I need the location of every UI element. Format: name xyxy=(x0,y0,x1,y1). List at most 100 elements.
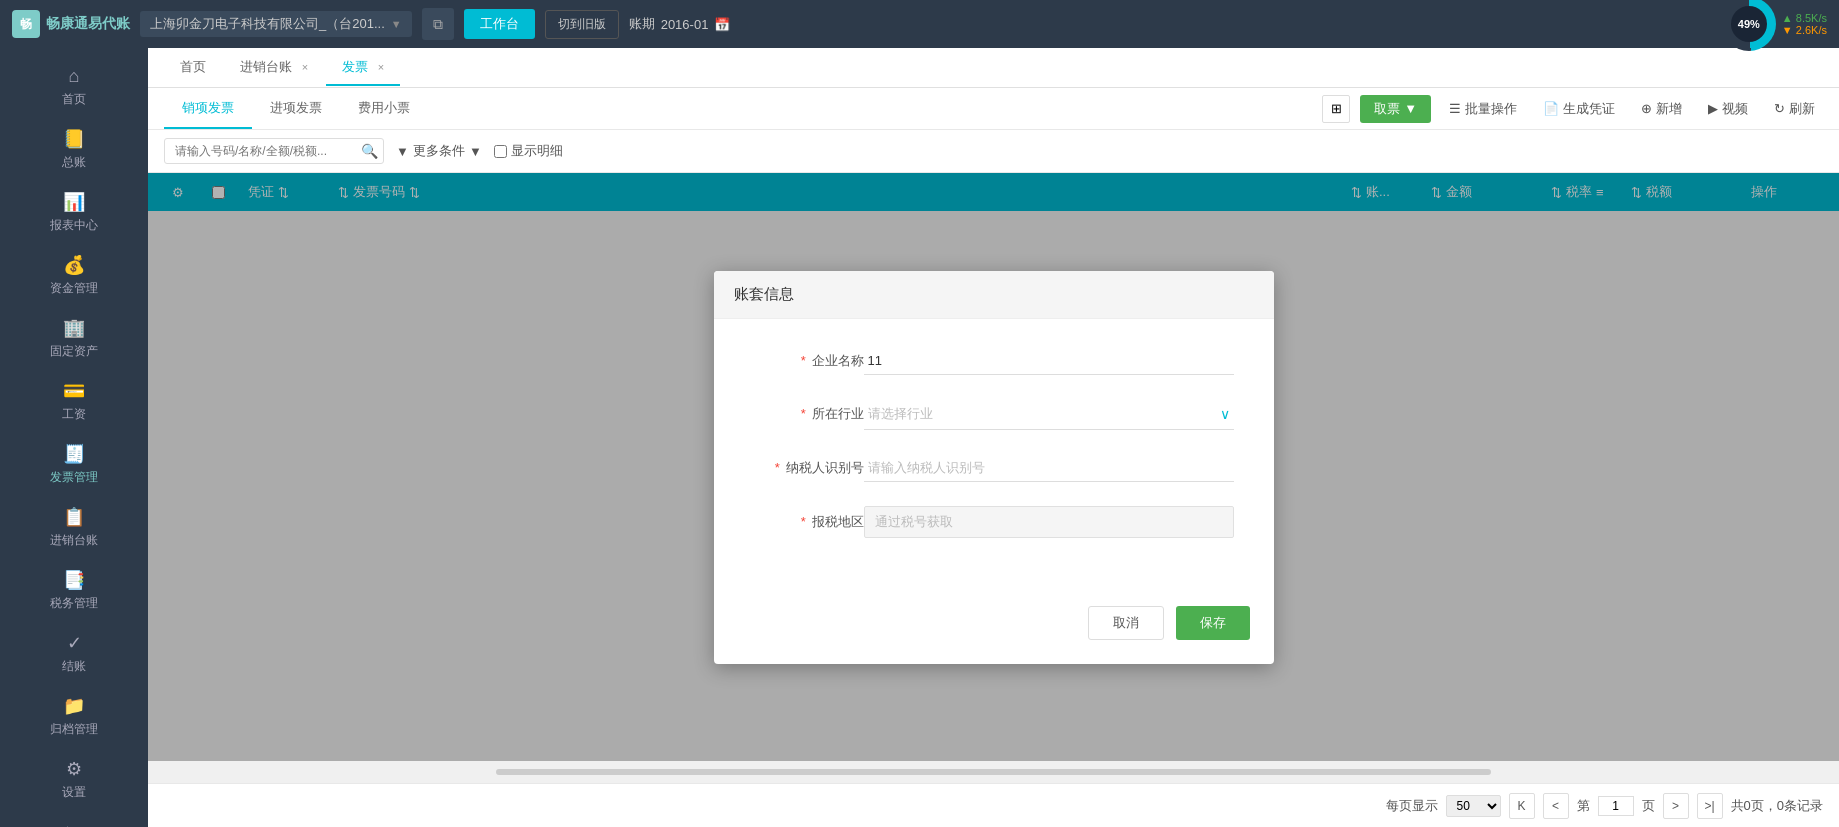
cancel-button[interactable]: 取消 xyxy=(1088,606,1164,640)
sidebar-label-invoice: 发票管理 xyxy=(50,469,98,486)
tax-region-label: * 报税地区 xyxy=(754,513,864,531)
horizontal-scrollbar[interactable] xyxy=(496,769,1491,775)
guide-icon: ▶ xyxy=(67,821,81,827)
sidebar: ⌂ 首页 📒 总账 📊 报表中心 💰 资金管理 🏢 固定资产 💳 工资 🧾 发票… xyxy=(0,48,148,827)
company-name-input[interactable] xyxy=(864,347,1234,375)
app-logo: 畅 畅康通易代账 xyxy=(12,10,130,38)
plus-icon: ⊕ xyxy=(1641,101,1652,116)
salary-icon: 💳 xyxy=(63,380,85,402)
batch-operation-button[interactable]: ☰ 批量操作 xyxy=(1441,96,1525,122)
tab-home-label: 首页 xyxy=(180,59,206,74)
settlement-icon: ✓ xyxy=(67,632,82,654)
modal-footer: 取消 保存 xyxy=(714,590,1274,664)
sidebar-item-tax[interactable]: 📑 税务管理 xyxy=(0,559,148,622)
sidebar-label-ledger: 总账 xyxy=(62,154,86,171)
industry-label: * 所在行业 xyxy=(754,405,864,423)
batch-icon: ☰ xyxy=(1449,101,1461,116)
prev-page-button[interactable]: < xyxy=(1543,793,1569,819)
sidebar-item-sales[interactable]: 📋 进销台账 xyxy=(0,496,148,559)
industry-row: * 所在行业 请选择行业 ∨ xyxy=(754,399,1234,430)
calendar-icon[interactable]: 📅 xyxy=(714,17,730,32)
company-selector[interactable]: 上海卯金刀电子科技有限公司_（台201... ▼ xyxy=(140,11,412,37)
per-page-select[interactable]: 50 100 200 xyxy=(1446,795,1501,817)
video-button[interactable]: ▶ 视频 xyxy=(1700,96,1756,122)
scrollbar-area xyxy=(148,761,1839,783)
sidebar-item-settings[interactable]: ⚙ 设置 xyxy=(0,748,148,811)
per-page-label: 每页显示 xyxy=(1386,797,1438,815)
sidebar-label-sales: 进销台账 xyxy=(50,532,98,549)
more-filter-button[interactable]: ▼ 更多条件 ▼ xyxy=(396,142,482,160)
modal-title: 账套信息 xyxy=(714,271,1274,319)
sub-tab-actions: ⊞ 取票 ▼ ☰ 批量操作 📄 生成凭证 ⊕ 新增 ▶ xyxy=(1322,95,1823,123)
account-info-modal: 账套信息 * 企业名称 xyxy=(714,271,1274,664)
tab-bar: 首页 进销台账 × 发票 × xyxy=(148,48,1839,88)
sidebar-item-guide[interactable]: ▶ 新手引导 xyxy=(0,811,148,827)
home-icon: ⌂ xyxy=(69,66,80,87)
sidebar-item-ledger[interactable]: 📒 总账 xyxy=(0,118,148,181)
required-mark-4: * xyxy=(801,514,806,529)
sidebar-item-reports[interactable]: 📊 报表中心 xyxy=(0,181,148,244)
refresh-icon: ↻ xyxy=(1774,101,1785,116)
sub-tab-bar: 销项发票 进项发票 费用小票 ⊞ 取票 ▼ ☰ 批量操作 📄 xyxy=(148,88,1839,130)
refresh-button[interactable]: ↻ 刷新 xyxy=(1766,96,1823,122)
grid-view-button[interactable]: ⊞ xyxy=(1322,95,1350,123)
required-mark: * xyxy=(801,353,806,368)
last-page-button[interactable]: >| xyxy=(1697,793,1723,819)
industry-select[interactable]: 请选择行业 ∨ xyxy=(864,399,1234,430)
tab-invoice[interactable]: 发票 × xyxy=(326,50,400,86)
workbench-button[interactable]: 工作台 xyxy=(464,9,535,39)
next-page-button[interactable]: > xyxy=(1663,793,1689,819)
modal-body: * 企业名称 * 所在行业 xyxy=(714,319,1274,590)
sidebar-item-home[interactable]: ⌂ 首页 xyxy=(0,56,148,118)
main-layout: ⌂ 首页 📒 总账 📊 报表中心 💰 资金管理 🏢 固定资产 💳 工资 🧾 发票… xyxy=(0,48,1839,827)
search-toolbar: 🔍 ▼ 更多条件 ▼ 显示明细 xyxy=(148,130,1839,173)
tax-icon: 📑 xyxy=(63,569,85,591)
show-detail-checkbox-label[interactable]: 显示明细 xyxy=(494,142,563,160)
generate-voucher-button[interactable]: 📄 生成凭证 xyxy=(1535,96,1623,122)
page-suffix: 页 xyxy=(1642,797,1655,815)
sub-tab-sales-invoice[interactable]: 销项发票 xyxy=(164,89,252,129)
sidebar-item-settlement[interactable]: ✓ 结账 xyxy=(0,622,148,685)
tab-invoice-close[interactable]: × xyxy=(378,61,384,73)
logo-icon: 畅 xyxy=(12,10,40,38)
save-button[interactable]: 保存 xyxy=(1176,606,1250,640)
show-detail-checkbox[interactable] xyxy=(494,145,507,158)
sub-tab-purchase-invoice[interactable]: 进项发票 xyxy=(252,89,340,129)
search-icon[interactable]: 🔍 xyxy=(361,143,378,159)
sidebar-item-salary[interactable]: 💳 工资 xyxy=(0,370,148,433)
new-button[interactable]: ⊕ 新增 xyxy=(1633,96,1690,122)
first-page-button[interactable]: K xyxy=(1509,793,1535,819)
sidebar-item-invoice[interactable]: 🧾 发票管理 xyxy=(0,433,148,496)
sidebar-label-settlement: 结账 xyxy=(62,658,86,675)
tax-id-input[interactable] xyxy=(864,454,1234,482)
search-input[interactable] xyxy=(164,138,384,164)
company-name-row: * 企业名称 xyxy=(754,347,1234,375)
sidebar-item-assets[interactable]: 🏢 固定资产 xyxy=(0,307,148,370)
speed-indicator: 49% xyxy=(1722,0,1776,51)
required-mark-3: * xyxy=(775,460,780,475)
chevron-down-icon: ▼ xyxy=(391,18,402,30)
old-version-button[interactable]: 切到旧版 xyxy=(545,10,619,39)
video-icon: ▶ xyxy=(1708,101,1718,116)
invoice-icon: 🧾 xyxy=(63,443,85,465)
chevron-down-icon: ▼ xyxy=(1404,101,1417,116)
sidebar-item-funds[interactable]: 💰 资金管理 xyxy=(0,244,148,307)
tax-id-label: * 纳税人识别号 xyxy=(754,459,864,477)
main-content: 首页 进销台账 × 发票 × 销项发票 进项发票 费用小票 ⊞ xyxy=(148,48,1839,827)
copy-icon[interactable]: ⧉ xyxy=(422,8,454,40)
sidebar-label-archive: 归档管理 xyxy=(50,721,98,738)
tab-sales-close[interactable]: × xyxy=(302,61,308,73)
sub-tab-expense-receipt[interactable]: 费用小票 xyxy=(340,89,428,129)
sidebar-label-funds: 资金管理 xyxy=(50,280,98,297)
topbar-right: 49% ▲ 8.5K/s ▼ 2.6K/s xyxy=(1722,0,1827,51)
tab-sales[interactable]: 进销台账 × xyxy=(224,50,324,86)
ticket-button[interactable]: 取票 ▼ xyxy=(1360,95,1431,123)
tab-invoice-label: 发票 xyxy=(342,59,368,74)
company-name-label: * 企业名称 xyxy=(754,352,864,370)
page-number-input[interactable] xyxy=(1598,796,1634,816)
app-name: 畅康通易代账 xyxy=(46,15,130,33)
topbar: 畅 畅康通易代账 上海卯金刀电子科技有限公司_（台201... ▼ ⧉ 工作台 … xyxy=(0,0,1839,48)
sidebar-item-archive[interactable]: 📁 归档管理 xyxy=(0,685,148,748)
tab-home[interactable]: 首页 xyxy=(164,50,222,86)
company-name-field xyxy=(864,347,1234,375)
